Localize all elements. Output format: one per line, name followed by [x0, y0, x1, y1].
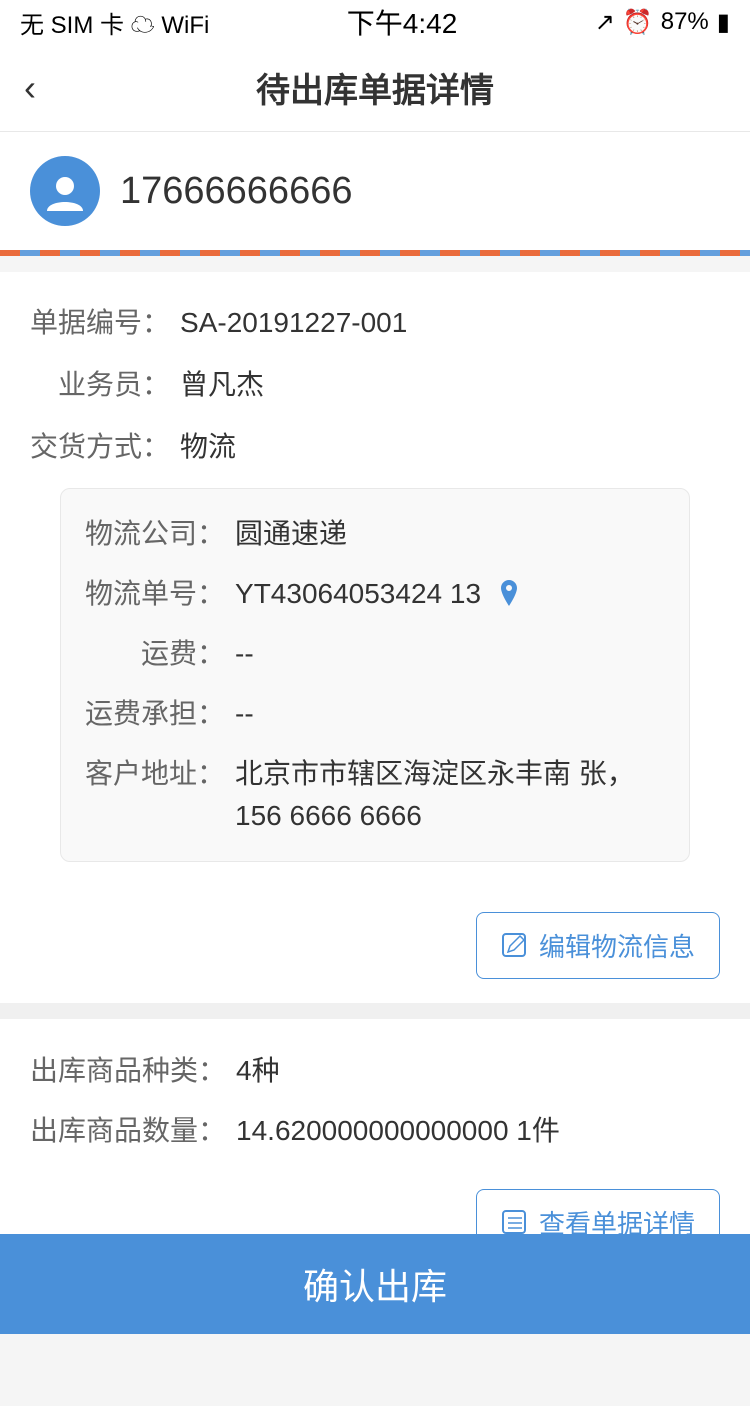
goods-section: 出库商品种类： 4种 出库商品数量： 14.620000000000000 1件 [0, 1019, 750, 1179]
order-no-value: SA-20191227-001 [180, 302, 720, 344]
logistics-card: 物流公司： 圆通速递 物流单号： YT43064053424 13 运费： --… [60, 488, 690, 862]
goods-quantity-label: 出库商品数量： [30, 1109, 226, 1149]
goods-types-label: 出库商品种类： [30, 1049, 226, 1089]
tracking-number-text: YT43064053424 13 [235, 573, 481, 615]
logistics-freight-label: 运费： [85, 633, 225, 675]
status-left: 无 SIM 卡 ☁ WiFi [20, 5, 209, 40]
section-divider [0, 1003, 750, 1019]
goods-quantity-row: 出库商品数量： 14.620000000000000 1件 [30, 1109, 720, 1149]
page-title: 待出库单据详情 [256, 63, 494, 112]
confirm-outbound-button[interactable]: 确认出库 [0, 1234, 750, 1334]
list-icon [501, 1209, 529, 1237]
phone-number: 17666666666 [120, 170, 352, 213]
status-time: 下午4:42 [347, 2, 458, 42]
delivery-method-value: 物流 [180, 426, 720, 468]
status-bar: 无 SIM 卡 ☁ WiFi 下午4:42 ↗ ⏰ 87% ▮ [0, 0, 750, 44]
logistics-tracking-label: 物流单号： [85, 573, 225, 615]
goods-quantity-value: 14.620000000000000 1件 [236, 1109, 560, 1149]
logistics-company-value: 圆通速递 [235, 513, 665, 555]
logistics-freight-bearer-value: -- [235, 693, 665, 735]
logistics-tracking-value: YT43064053424 13 [235, 573, 665, 615]
delivery-method-label: 交货方式： [30, 426, 170, 468]
edit-logistics-label: 编辑物流信息 [539, 927, 695, 964]
alarm-icon: ⏰ [623, 8, 653, 37]
logistics-address-value: 北京市市辖区海淀区永丰南 张，156 6666 6666 [235, 753, 665, 837]
delivery-method-row: 交货方式： 物流 [30, 426, 720, 468]
location-icon: ↗ [595, 8, 615, 37]
logistics-company-row: 物流公司： 圆通速递 [85, 513, 665, 555]
edit-icon [501, 932, 529, 960]
logistics-freight-value: -- [235, 633, 665, 675]
edit-logistics-button[interactable]: 编辑物流信息 [476, 912, 720, 979]
sim-status: 无 SIM 卡 ☁ WiFi [20, 5, 209, 40]
battery-level: 87% [661, 8, 709, 36]
sales-person-row: 业务员： 曾凡杰 [30, 364, 720, 406]
back-icon[interactable]: ‹ [24, 67, 36, 108]
order-no-label: 单据编号： [30, 302, 170, 344]
logistics-freight-row: 运费： -- [85, 633, 665, 675]
user-icon [45, 171, 85, 211]
edit-btn-row: 编辑物流信息 [0, 892, 750, 1003]
logistics-freight-bearer-row: 运费承担： -- [85, 693, 665, 735]
sales-person-value: 曾凡杰 [180, 364, 720, 406]
battery-icon: ▮ [717, 8, 730, 37]
sales-person-label: 业务员： [30, 364, 170, 406]
goods-types-value: 4种 [236, 1049, 280, 1089]
phone-section: 17666666666 [0, 132, 750, 250]
goods-types-row: 出库商品种类： 4种 [30, 1049, 720, 1089]
logistics-address-label: 客户地址： [85, 753, 225, 795]
dashed-divider [0, 250, 750, 256]
confirm-outbound-label: 确认出库 [303, 1258, 447, 1310]
logistics-company-label: 物流公司： [85, 513, 225, 555]
avatar [30, 156, 100, 226]
map-location-icon[interactable] [493, 578, 525, 610]
logistics-tracking-row: 物流单号： YT43064053424 13 [85, 573, 665, 615]
status-right: ↗ ⏰ 87% ▮ [595, 8, 730, 37]
order-no-row: 单据编号： SA-20191227-001 [30, 302, 720, 344]
order-info-section: 单据编号： SA-20191227-001 业务员： 曾凡杰 交货方式： 物流 … [0, 272, 750, 892]
logistics-freight-bearer-label: 运费承担： [85, 693, 225, 735]
nav-bar: ‹ 待出库单据详情 [0, 44, 750, 132]
logistics-address-row: 客户地址： 北京市市辖区海淀区永丰南 张，156 6666 6666 [85, 753, 665, 837]
back-button[interactable]: ‹ [24, 67, 36, 109]
